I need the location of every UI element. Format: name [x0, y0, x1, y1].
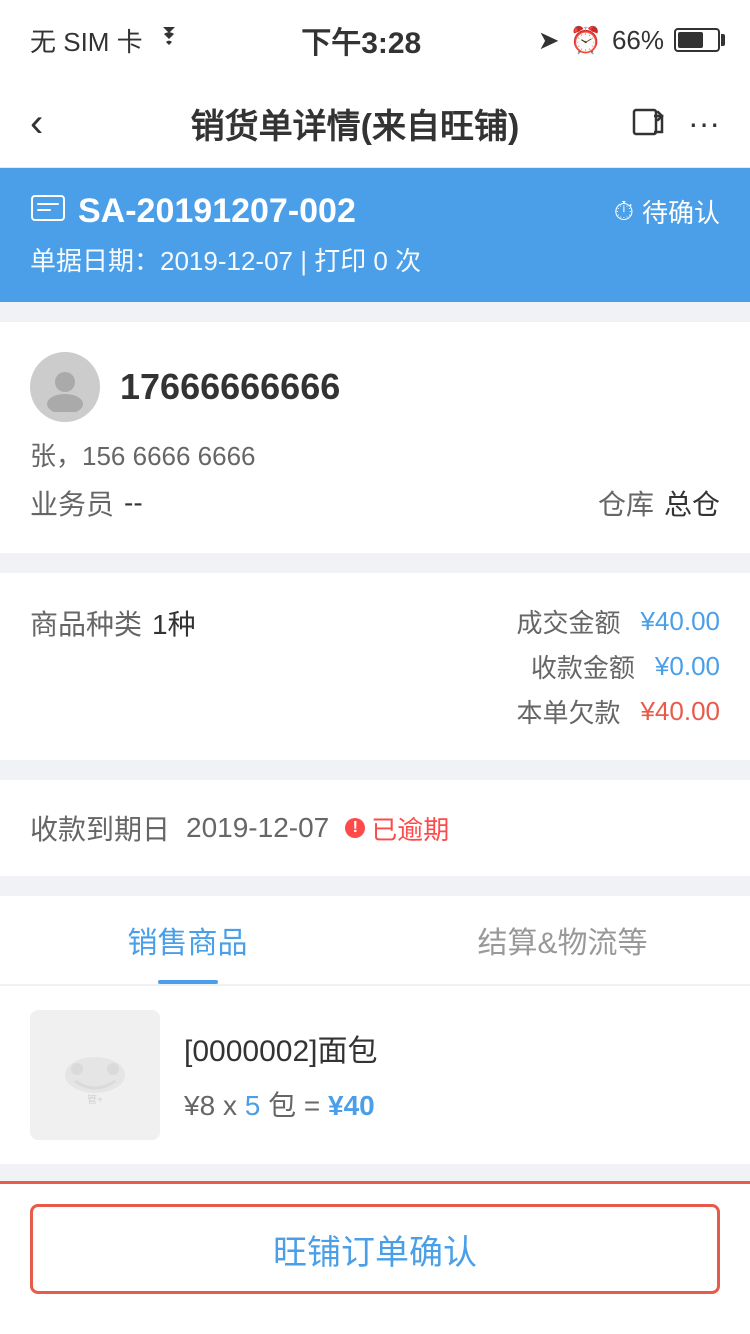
status-right: ➤ ⏰ 66%: [538, 25, 720, 56]
owed-amount-row: 本单欠款 ¥40.00: [516, 693, 720, 730]
due-date-label: 收款到期日: [30, 808, 170, 848]
owed-amount-value: ¥40.00: [640, 696, 720, 727]
summary-card: 商品种类 1种 成交金额 ¥40.00 收款金额 ¥0.00 本单欠款 ¥40.…: [0, 573, 750, 760]
order-header: SA-20191207-002 ⏱ 待确认 单据日期：2019-12-07 | …: [0, 168, 750, 302]
transaction-amount-value: ¥40.00: [640, 606, 720, 637]
amounts: 成交金额 ¥40.00 收款金额 ¥0.00 本单欠款 ¥40.00: [516, 603, 720, 730]
avatar: [30, 352, 100, 422]
wifi-icon: [153, 25, 185, 56]
status-label: 待确认: [642, 193, 720, 230]
product-type-value: 1种: [152, 603, 196, 643]
product-name: [0000002]面包: [184, 1026, 720, 1070]
product-quantity: 5: [245, 1090, 261, 1121]
tabs-bar: 销售商品 结算&物流等: [0, 896, 750, 984]
confirm-button-wrap: 旺铺订单确认: [0, 1181, 750, 1334]
overdue-label: 已逾期: [371, 810, 449, 847]
clock-icon: ⏱: [614, 196, 634, 228]
status-time: 下午3:28: [185, 18, 538, 62]
order-date: 单据日期：2019-12-07 | 打印 0 次: [30, 241, 720, 278]
share-icon[interactable]: [632, 102, 668, 146]
overdue-dot-icon: !: [345, 818, 365, 838]
battery-icon: [674, 28, 720, 52]
back-button[interactable]: ‹: [30, 101, 90, 146]
salesperson-label: 业务员: [30, 483, 114, 523]
order-status: ⏱ 待确认: [614, 193, 720, 230]
carrier-text: 无 SIM 卡: [30, 22, 143, 59]
transaction-amount-label: 成交金额: [516, 603, 620, 640]
product-total: ¥40: [328, 1090, 375, 1121]
product-list-item: 管+ [0000002]面包 ¥8 x 5 包 = ¥40: [0, 986, 750, 1164]
order-id: SA-20191207-002: [30, 192, 356, 231]
warehouse-field: 仓库 总仓: [598, 483, 720, 523]
battery-text: 66%: [612, 25, 664, 56]
product-thumbnail: 管+: [30, 1010, 160, 1140]
nav-bar: ‹ 销货单详情(来自旺铺) ···: [0, 80, 750, 168]
confirm-button[interactable]: 旺铺订单确认: [30, 1204, 720, 1294]
product-price: ¥8 x 5 包 = ¥40: [184, 1084, 720, 1124]
overdue-badge: ! 已逾期: [345, 810, 449, 847]
due-date-card: 收款到期日 2019-12-07 ! 已逾期: [0, 780, 750, 876]
tab-products[interactable]: 销售商品: [0, 896, 375, 984]
svg-text:管+: 管+: [87, 1093, 103, 1105]
owed-amount-label: 本单欠款: [516, 693, 620, 730]
product-unit-price: ¥8: [184, 1090, 215, 1121]
salesperson-field: 业务员 --: [30, 483, 143, 523]
received-amount-row: 收款金额 ¥0.00: [531, 648, 720, 685]
product-equals: =: [304, 1090, 328, 1121]
salesperson-value: --: [124, 487, 143, 519]
more-icon[interactable]: ···: [688, 105, 720, 142]
product-type-label: 商品种类: [30, 603, 142, 643]
alarm-icon: ⏰: [570, 25, 602, 56]
location-icon: ➤: [538, 25, 560, 56]
product-unit: 包: [268, 1090, 296, 1121]
warehouse-value: 总仓: [664, 483, 720, 523]
status-left: 无 SIM 卡: [30, 22, 185, 59]
due-date-value: 2019-12-07: [186, 812, 329, 844]
transaction-amount-row: 成交金额 ¥40.00: [516, 603, 720, 640]
customer-card: 17666666666 张，156 6666 6666 业务员 -- 仓库 总仓: [0, 322, 750, 553]
tab-settlement[interactable]: 结算&物流等: [375, 896, 750, 984]
status-bar: 无 SIM 卡 下午3:28 ➤ ⏰ 66%: [0, 0, 750, 80]
received-amount-label: 收款金额: [531, 648, 635, 685]
product-type: 商品种类 1种: [30, 603, 196, 643]
received-amount-value: ¥0.00: [655, 651, 720, 682]
warehouse-label: 仓库: [598, 483, 654, 523]
product-info: [0000002]面包 ¥8 x 5 包 = ¥40: [184, 1026, 720, 1124]
customer-name: 张，156 6666 6666: [30, 436, 720, 473]
order-icon: [30, 192, 66, 231]
nav-actions: ···: [620, 102, 720, 146]
customer-fields: 业务员 -- 仓库 总仓: [30, 483, 720, 523]
page-title: 销货单详情(来自旺铺): [90, 99, 620, 148]
product-multiply: x: [223, 1090, 245, 1121]
customer-phone: 17666666666: [120, 366, 340, 408]
